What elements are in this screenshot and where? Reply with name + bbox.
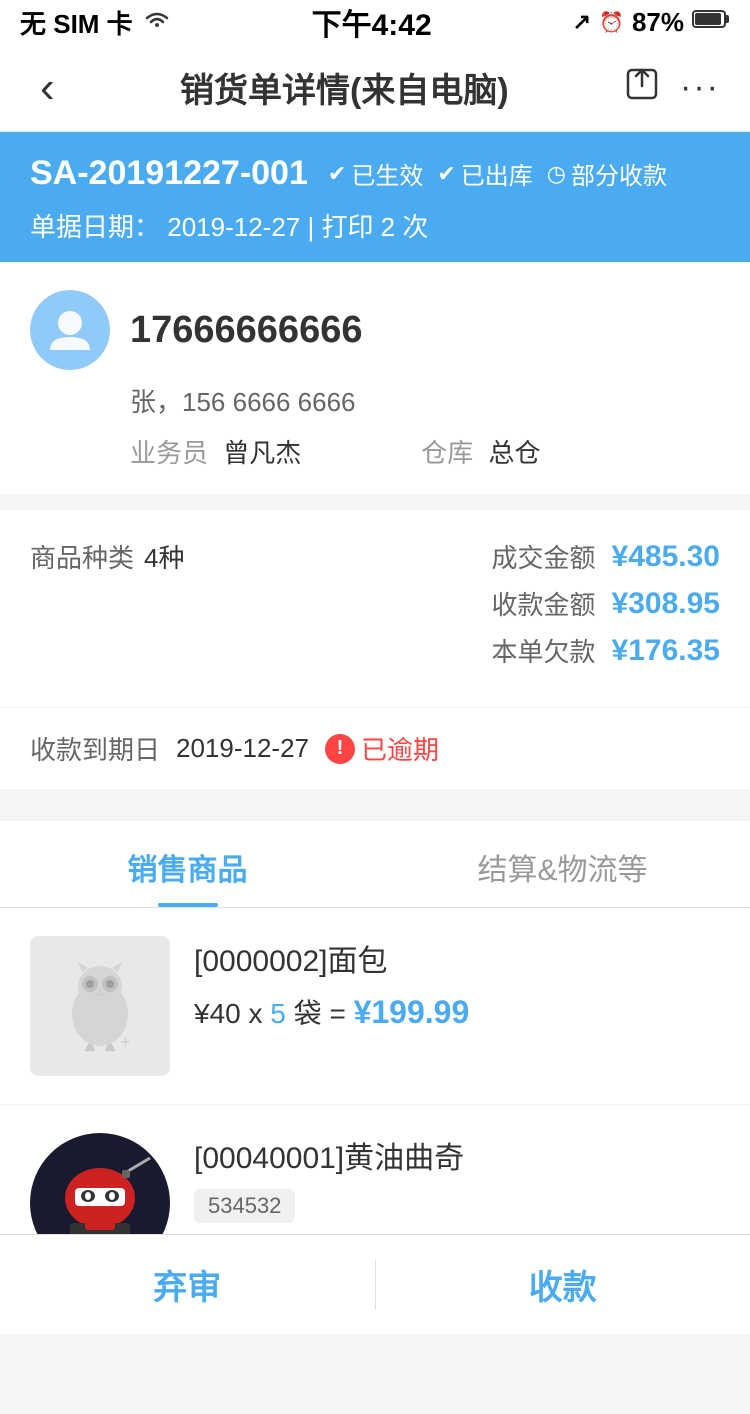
- price-1: ¥40: [194, 998, 241, 1029]
- product-thumb-1: +: [30, 936, 170, 1076]
- warehouse-label: 仓库: [421, 438, 473, 468]
- product-type-row: 商品种类 4种: [30, 538, 184, 575]
- tab-sales-products[interactable]: 销售商品: [0, 821, 375, 907]
- debt-row: 本单欠款 ¥176.35: [492, 632, 720, 669]
- order-id: SA-20191227-001: [30, 154, 308, 193]
- avatar: [30, 290, 110, 370]
- battery-text: 87%: [632, 7, 684, 38]
- product-type-label: 商品种类: [30, 538, 134, 575]
- received-value: ¥308.95: [612, 587, 720, 621]
- warehouse-value: 总仓: [489, 438, 541, 468]
- svg-text:+: +: [120, 1032, 131, 1052]
- tab-settlement[interactable]: 结算&物流等: [375, 821, 750, 907]
- status-right: ↗ ⏰ 87%: [573, 7, 730, 38]
- total-1: ¥199.99: [354, 994, 470, 1030]
- status-shipped: ✔ 已出库: [437, 156, 532, 191]
- overdue-icon: !: [325, 734, 355, 764]
- divider2: [0, 789, 750, 805]
- page-title: 销货单详情(来自电脑): [180, 63, 509, 112]
- alarm-icon: ⏰: [599, 10, 624, 35]
- print-info: | 打印 2 次: [307, 212, 428, 242]
- customer-row: 17666666666: [30, 290, 720, 370]
- sales-person-field: 业务员 曾凡杰: [130, 433, 301, 470]
- date-label: 单据日期：: [30, 212, 160, 242]
- deal-amount-row: 成交金额 ¥485.30: [492, 538, 720, 575]
- status-left: 无 SIM 卡: [20, 4, 171, 41]
- overdue-text: 已逾期: [361, 730, 439, 767]
- sales-person-value: 曾凡杰: [223, 438, 301, 468]
- stats-right: 成交金额 ¥485.30 收款金额 ¥308.95 本单欠款 ¥176.35: [492, 538, 720, 679]
- product-price-row-1: ¥40 x 5 袋 = ¥199.99: [194, 992, 720, 1032]
- overdue-badge: ! 已逾期: [325, 730, 439, 767]
- divider1: [0, 494, 750, 510]
- warehouse-field: 仓库 总仓: [421, 433, 540, 470]
- stats-section: 商品种类 4种 成交金额 ¥485.30 收款金额 ¥308.95 本单欠款 ¥…: [0, 510, 750, 707]
- tabs-section: 销售商品 结算&物流等: [0, 821, 750, 908]
- stats-left: 商品种类 4种: [30, 538, 184, 581]
- share-icon[interactable]: [624, 66, 660, 110]
- wifi-icon: [143, 7, 171, 38]
- product-item: + [0000002]面包 ¥40 x 5 袋 = ¥199.99: [0, 908, 750, 1105]
- received-row: 收款金额 ¥308.95: [492, 585, 720, 622]
- battery-icon: [692, 8, 730, 37]
- bottom-action-bar: 弃审 收款: [0, 1234, 750, 1334]
- due-label: 收款到期日: [30, 730, 160, 767]
- debt-label: 本单欠款: [492, 632, 596, 669]
- due-section: 收款到期日 2019-12-27 ! 已逾期: [0, 707, 750, 789]
- check-icon2: ✔: [437, 161, 455, 187]
- customer-phone: 17666666666: [130, 309, 362, 352]
- debt-value: ¥176.35: [612, 634, 720, 668]
- header-banner: SA-20191227-001 ✔ 已生效 ✔ 已出库 ◷ 部分收款 单据日期：…: [0, 132, 750, 262]
- sales-label: 业务员: [130, 438, 208, 468]
- status-partial: ◷ 部分收款: [547, 156, 667, 191]
- unit-1: 袋: [294, 998, 322, 1029]
- banner-row1: SA-20191227-001 ✔ 已生效 ✔ 已出库 ◷ 部分收款: [30, 154, 720, 193]
- avatar-icon: [30, 290, 110, 370]
- product-name-2: [00040001]黄油曲奇: [194, 1133, 720, 1177]
- more-icon[interactable]: ···: [680, 68, 720, 107]
- banner-date-row: 单据日期： 2019-12-27 | 打印 2 次: [30, 207, 720, 244]
- location-icon: ↗: [573, 9, 591, 35]
- back-button[interactable]: ‹: [30, 53, 65, 123]
- nav-actions: ···: [624, 66, 720, 110]
- carrier-text: 无 SIM 卡: [20, 4, 133, 41]
- check-icon1: ✔: [328, 161, 346, 187]
- status-activated: ✔ 已生效: [328, 156, 423, 191]
- collect-payment-button[interactable]: 收款: [376, 1240, 750, 1329]
- status-tags: ✔ 已生效 ✔ 已出库 ◷ 部分收款: [328, 156, 667, 191]
- product-info-1: [0000002]面包 ¥40 x 5 袋 = ¥199.99: [194, 936, 720, 1032]
- customer-section: 17666666666 张，156 6666 6666 业务员 曾凡杰 仓库 总…: [0, 262, 750, 494]
- due-date-value: 2019-12-27: [176, 733, 309, 764]
- status-bar: 无 SIM 卡 下午4:42 ↗ ⏰ 87%: [0, 0, 750, 44]
- deal-amount-value: ¥485.30: [612, 540, 720, 574]
- order-date: 2019-12-27: [167, 212, 300, 242]
- deal-amount-label: 成交金额: [492, 538, 596, 575]
- product-sku-2: 534532: [194, 1189, 295, 1223]
- product-name-1: [0000002]面包: [194, 936, 720, 980]
- nav-bar: ‹ 销货单详情(来自电脑) ···: [0, 44, 750, 132]
- qty-1: 5: [270, 998, 286, 1029]
- clock-icon: ◷: [547, 161, 566, 187]
- received-label: 收款金额: [492, 585, 596, 622]
- cancel-audit-button[interactable]: 弃审: [0, 1240, 375, 1329]
- status-time: 下午4:42: [312, 0, 432, 44]
- product-type-count: 4种: [144, 538, 184, 575]
- customer-info: 张，156 6666 6666: [130, 382, 720, 419]
- customer-meta: 业务员 曾凡杰 仓库 总仓: [130, 433, 720, 470]
